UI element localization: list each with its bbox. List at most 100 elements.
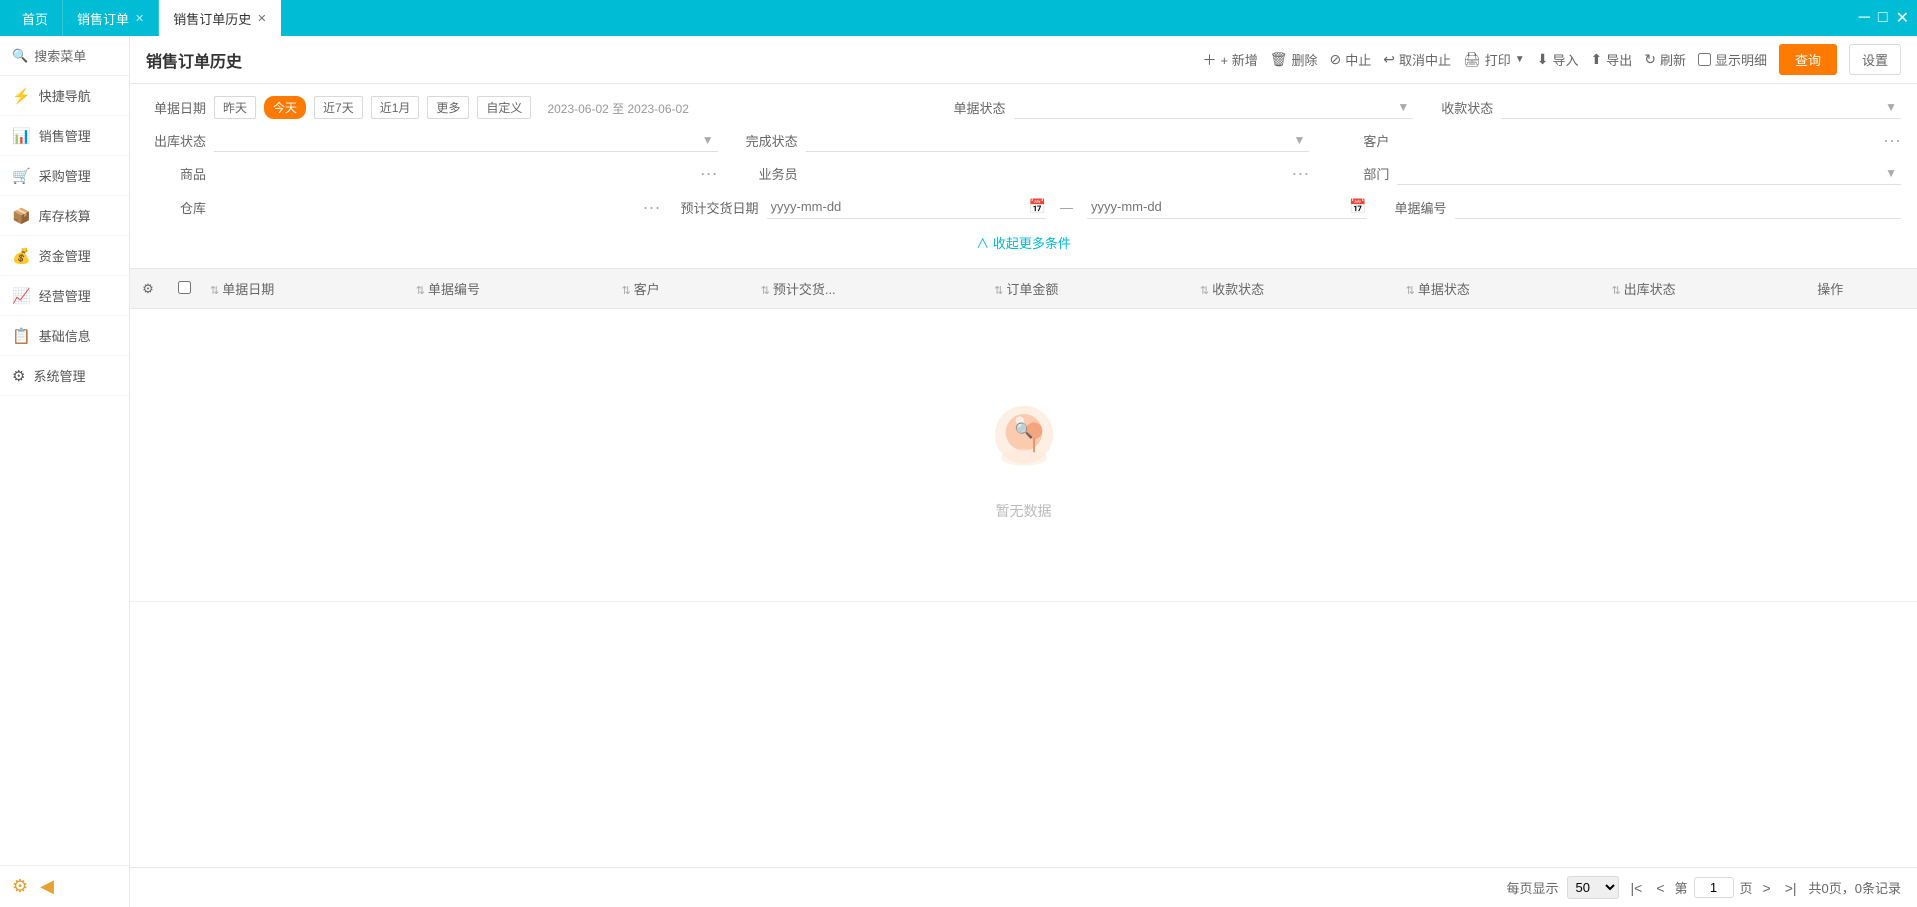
th-expected-delivery: ⇅预计交货... bbox=[753, 269, 987, 309]
expected-delivery-end-wrapper: 📅 bbox=[1087, 195, 1367, 219]
close-window-icon[interactable]: ✕ bbox=[1896, 8, 1909, 28]
calendar-end-icon[interactable]: 📅 bbox=[1349, 198, 1366, 215]
filter-date: 单据日期 昨天 今天 近7天 近1月 更多 自定义 2023-06-02 至 2… bbox=[146, 96, 926, 119]
sidebar-item-sys-mgmt[interactable]: ⚙ 系统管理 bbox=[0, 356, 129, 396]
sidebar-settings-icon[interactable]: ⚙ bbox=[12, 876, 28, 897]
sidebar-item-quick-nav[interactable]: ⚡ 快捷导航 bbox=[0, 76, 129, 116]
tab-sales-order-history-close[interactable]: ✕ bbox=[257, 12, 266, 25]
th-order-amount: ⇅订单金额 bbox=[986, 269, 1192, 309]
tab-home-label: 首页 bbox=[22, 9, 48, 28]
tab-home[interactable]: 首页 bbox=[8, 0, 63, 36]
sort-expected-delivery-icon[interactable]: ⇅ bbox=[761, 285, 770, 297]
th-outbound-status-label: 出库状态 bbox=[1624, 282, 1676, 297]
order-status-select[interactable]: ▼ bbox=[1014, 96, 1414, 119]
th-date-label: 单据日期 bbox=[222, 282, 274, 297]
sidebar-item-purchase-mgmt-label: 采购管理 bbox=[39, 166, 91, 185]
cancel-stop-button[interactable]: ↩ 取消中止 bbox=[1383, 50, 1451, 69]
current-page-input[interactable] bbox=[1694, 877, 1734, 898]
cancel-stop-label: 取消中止 bbox=[1399, 50, 1451, 69]
print-button[interactable]: 🖨 打印 ▼ bbox=[1463, 50, 1525, 69]
sidebar-collapse-icon[interactable]: ◀ bbox=[40, 876, 54, 897]
settings-button[interactable]: 设置 bbox=[1849, 44, 1901, 75]
completion-status-select[interactable]: ▼ bbox=[806, 129, 1310, 152]
date-btn-more[interactable]: 更多 bbox=[427, 96, 469, 119]
minimize-icon[interactable]: ─ bbox=[1859, 9, 1870, 27]
date-btn-yesterday[interactable]: 昨天 bbox=[214, 96, 256, 119]
last-page-button[interactable]: >| bbox=[1781, 878, 1801, 898]
tab-sales-order-history[interactable]: 销售订单历史 ✕ bbox=[159, 0, 281, 36]
sidebar-item-basic-info[interactable]: 📋 基础信息 bbox=[0, 316, 129, 356]
collapse-row[interactable]: ∧ 收起更多条件 bbox=[146, 229, 1901, 256]
sort-order-amount-icon[interactable]: ⇅ bbox=[994, 285, 1003, 297]
warehouse-dots-icon[interactable]: ··· bbox=[643, 197, 661, 218]
th-settings[interactable]: ⚙ bbox=[130, 269, 166, 309]
sort-bill-status-icon[interactable]: ⇅ bbox=[1406, 285, 1415, 297]
sort-customer-icon[interactable]: ⇅ bbox=[622, 285, 631, 297]
sidebar-item-business[interactable]: 📈 经营管理 bbox=[0, 276, 129, 316]
sort-date-icon[interactable]: ⇅ bbox=[210, 285, 219, 297]
import-button[interactable]: ⬇ 导入 bbox=[1537, 50, 1579, 69]
salesperson-dots-icon[interactable]: ··· bbox=[1291, 163, 1309, 184]
calendar-start-icon[interactable]: 📅 bbox=[1029, 198, 1046, 215]
delete-button[interactable]: 🗑 删除 bbox=[1270, 50, 1318, 69]
tab-sales-order[interactable]: 销售订单 ✕ bbox=[63, 0, 159, 36]
page-unit: 页 bbox=[1740, 878, 1753, 897]
display-detail-checkbox[interactable]: 显示明细 bbox=[1698, 50, 1767, 69]
th-operation-label: 操作 bbox=[1817, 282, 1843, 297]
export-button[interactable]: ⬆ 导出 bbox=[1590, 50, 1632, 69]
filter-receipt-status: 收款状态 ▼ bbox=[1433, 96, 1901, 119]
filter-expected-delivery: 预计交货日期 📅 — 📅 bbox=[681, 195, 1367, 219]
sidebar-item-purchase-mgmt[interactable]: 🛒 采购管理 bbox=[0, 156, 129, 196]
order-number-input[interactable] bbox=[1455, 195, 1902, 219]
new-button[interactable]: ＋ + 新增 bbox=[1202, 50, 1257, 70]
next-page-button[interactable]: > bbox=[1759, 878, 1775, 898]
page-size-select[interactable]: 50 10 20 100 bbox=[1567, 876, 1619, 899]
select-all-checkbox[interactable] bbox=[178, 281, 191, 294]
warehouse-label: 仓库 bbox=[146, 198, 206, 217]
stop-button[interactable]: ⊘ 中止 bbox=[1330, 50, 1372, 69]
sort-order-number-icon[interactable]: ⇅ bbox=[416, 285, 425, 297]
print-chevron-icon: ▼ bbox=[1515, 54, 1525, 65]
th-expected-delivery-label: 预计交货... bbox=[773, 282, 836, 297]
goods-dots-icon[interactable]: ··· bbox=[700, 163, 718, 184]
date-btn-today[interactable]: 今天 bbox=[264, 96, 306, 119]
department-select[interactable]: ▼ bbox=[1397, 162, 1901, 185]
filter-row-3: 商品 ··· 业务员 ··· 部门 ▼ bbox=[146, 162, 1901, 185]
th-customer-label: 客户 bbox=[634, 282, 660, 297]
date-btn-1month[interactable]: 近1月 bbox=[371, 96, 420, 119]
outbound-status-select[interactable]: ▼ bbox=[214, 129, 718, 152]
date-btn-custom[interactable]: 自定义 bbox=[477, 96, 531, 119]
sort-receipt-status-icon[interactable]: ⇅ bbox=[1200, 285, 1209, 297]
sidebar-item-sales-mgmt-label: 销售管理 bbox=[39, 126, 91, 145]
date-btn-7days[interactable]: 近7天 bbox=[314, 96, 363, 119]
tab-sales-order-close[interactable]: ✕ bbox=[135, 12, 144, 25]
date-range-text: 2023-06-02 至 2023-06-02 bbox=[547, 100, 688, 117]
expected-delivery-start-wrapper: 📅 bbox=[767, 195, 1047, 219]
expected-delivery-start-input[interactable] bbox=[767, 195, 1029, 218]
expected-delivery-end-input[interactable] bbox=[1087, 195, 1349, 218]
maximize-icon[interactable]: □ bbox=[1878, 9, 1888, 27]
th-date: ⇅单据日期 bbox=[202, 269, 408, 309]
window-controls: ─ □ ✕ bbox=[1859, 8, 1909, 28]
sidebar-item-finance[interactable]: 💰 资金管理 bbox=[0, 236, 129, 276]
sort-outbound-status-icon[interactable]: ⇅ bbox=[1611, 285, 1620, 297]
main-layout: 🔍 搜索菜单 ⚡ 快捷导航 📊 销售管理 🛒 采购管理 📦 库存核算 💰 资金管… bbox=[0, 36, 1917, 907]
goods-label: 商品 bbox=[146, 164, 206, 183]
total-text: 共0页，0条记录 bbox=[1809, 878, 1901, 897]
sidebar-search[interactable]: 🔍 搜索菜单 bbox=[0, 36, 129, 76]
th-customer: ⇅客户 bbox=[614, 269, 753, 309]
th-checkbox[interactable] bbox=[166, 269, 202, 309]
sidebar-item-inventory[interactable]: 📦 库存核算 bbox=[0, 196, 129, 236]
th-receipt-status: ⇅收款状态 bbox=[1192, 269, 1398, 309]
customer-dots-icon[interactable]: ··· bbox=[1883, 130, 1901, 151]
sidebar-item-sales-mgmt[interactable]: 📊 销售管理 bbox=[0, 116, 129, 156]
page-title: 销售订单历史 bbox=[146, 48, 242, 72]
query-button[interactable]: 查询 bbox=[1779, 44, 1837, 75]
filter-order-status: 单据状态 ▼ bbox=[946, 96, 1414, 119]
prev-page-button[interactable]: < bbox=[1652, 878, 1668, 898]
display-detail-check[interactable] bbox=[1698, 53, 1711, 66]
receipt-status-select[interactable]: ▼ bbox=[1501, 96, 1901, 119]
first-page-button[interactable]: |< bbox=[1627, 878, 1647, 898]
date-separator: — bbox=[1060, 200, 1073, 215]
refresh-button[interactable]: ↻ 刷新 bbox=[1644, 50, 1686, 69]
